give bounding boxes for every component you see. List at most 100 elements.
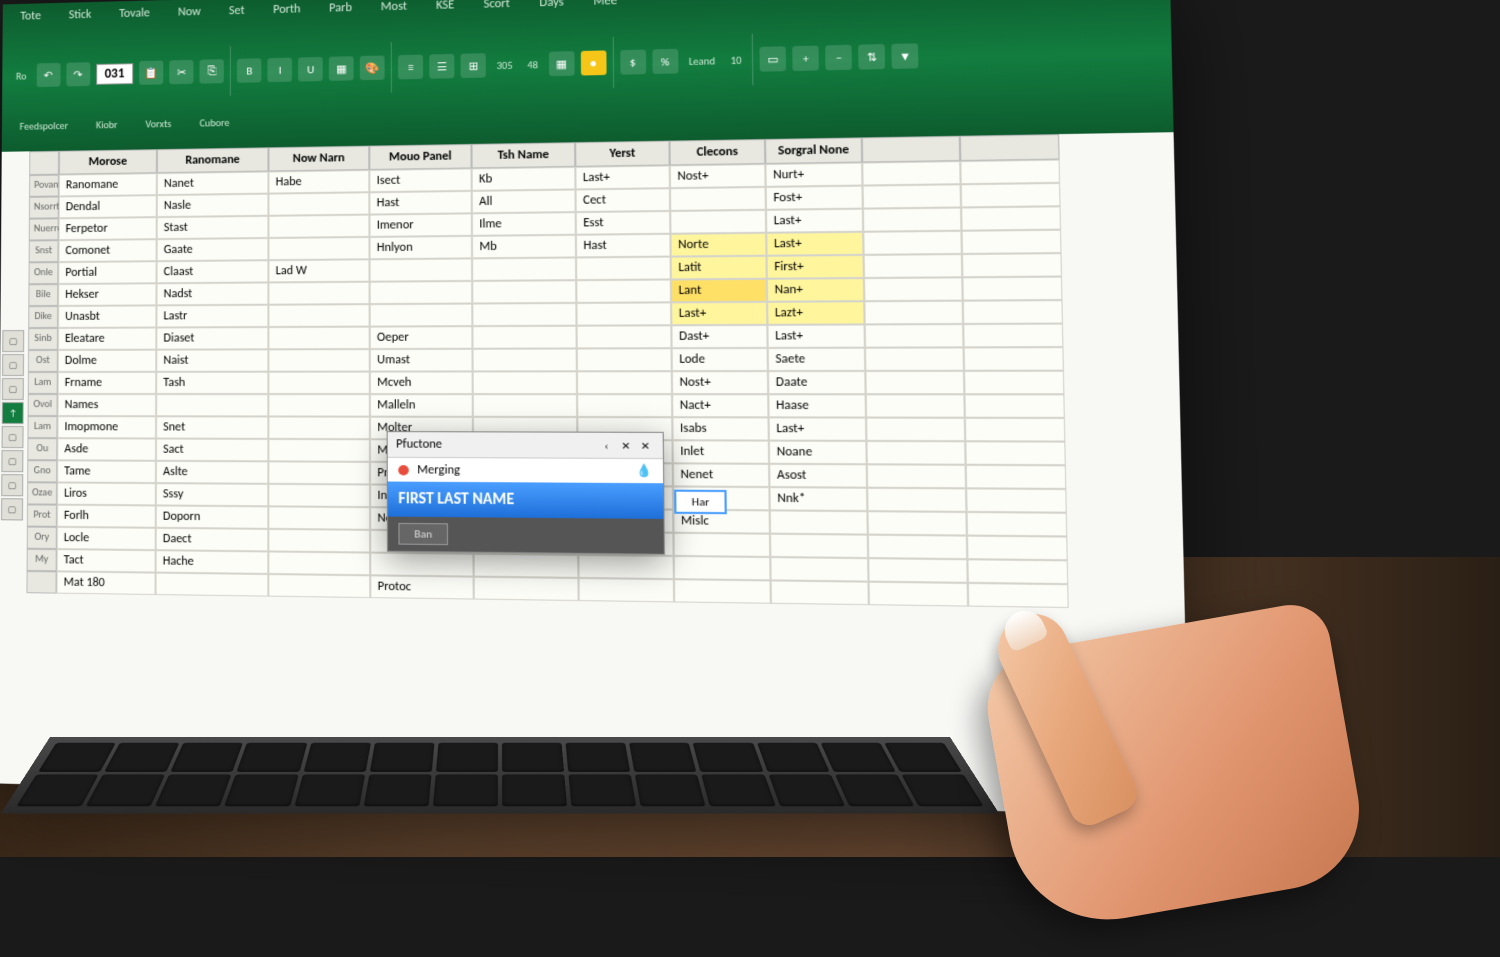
cell[interactable]: Umast <box>370 349 473 372</box>
cell[interactable]: Nan+ <box>767 278 864 302</box>
row-header[interactable] <box>26 571 56 594</box>
cell[interactable] <box>965 418 1066 442</box>
cell[interactable] <box>576 302 671 325</box>
underline-icon[interactable]: U <box>298 57 323 82</box>
cell[interactable] <box>674 579 771 604</box>
cell[interactable] <box>473 371 577 394</box>
cell[interactable] <box>863 231 962 255</box>
cell[interactable]: Lazt+ <box>767 301 865 325</box>
minimize-icon[interactable]: ‹ <box>598 437 615 454</box>
cell[interactable]: Nost+ <box>670 164 766 188</box>
insert-icon[interactable]: + <box>793 46 820 71</box>
percent-icon[interactable]: % <box>652 49 678 74</box>
cell[interactable]: Last+ <box>766 209 863 233</box>
cell[interactable]: Names <box>58 394 157 416</box>
cell[interactable] <box>965 441 1066 465</box>
cell[interactable] <box>268 215 369 238</box>
cell[interactable] <box>268 551 370 575</box>
close-icon[interactable]: ✕ <box>617 437 634 454</box>
cell[interactable]: Nact+ <box>672 394 768 417</box>
cell[interactable] <box>268 574 370 598</box>
row-header[interactable]: Ou <box>27 438 57 460</box>
cell[interactable] <box>866 418 965 442</box>
cell[interactable]: Last+ <box>769 417 867 441</box>
cell[interactable]: Noane <box>769 441 867 465</box>
cell[interactable]: Tact <box>57 549 156 573</box>
sort-icon[interactable]: ⇅ <box>858 44 885 70</box>
har-button[interactable]: Har <box>674 490 727 515</box>
cell[interactable] <box>962 253 1062 277</box>
cell[interactable]: Mcveh <box>370 371 473 394</box>
row-header[interactable]: Snst <box>29 240 59 262</box>
cell[interactable]: Liros <box>57 482 156 505</box>
cell[interactable]: Doporn <box>156 505 269 528</box>
dialog-selected-option[interactable]: FIRST LAST NAME <box>388 482 664 519</box>
row-header[interactable]: Ovol <box>28 394 58 416</box>
cell[interactable]: Imenor <box>369 213 472 237</box>
dropdown-icon[interactable]: 💧 <box>636 463 652 479</box>
cell[interactable]: Ilme <box>472 212 576 236</box>
cell[interactable] <box>964 347 1064 371</box>
corner-cell[interactable] <box>29 151 59 175</box>
close-icon[interactable]: ✕ <box>637 437 654 454</box>
ribbon-tab[interactable]: Set <box>221 2 253 23</box>
cell[interactable] <box>370 553 473 577</box>
cell[interactable] <box>268 327 369 350</box>
cell[interactable] <box>865 371 964 394</box>
side-icon[interactable]: ▢ <box>1 450 23 472</box>
cell[interactable] <box>370 281 473 304</box>
cell[interactable] <box>966 465 1067 489</box>
cell[interactable]: Tame <box>57 460 156 483</box>
cell[interactable]: Sssy <box>156 483 269 506</box>
ribbon-tab[interactable]: Parb <box>321 0 360 20</box>
cell[interactable] <box>967 536 1068 561</box>
cell[interactable]: Nost+ <box>672 371 768 394</box>
cell[interactable] <box>472 257 576 280</box>
cell[interactable] <box>576 279 671 302</box>
cell[interactable]: Unasbt <box>58 305 156 328</box>
cell[interactable]: Dolme <box>58 350 157 372</box>
arrow-up-icon[interactable]: ↑ <box>2 402 24 424</box>
cell[interactable] <box>964 371 1064 395</box>
row-header[interactable]: Dike <box>28 306 58 328</box>
cell[interactable] <box>577 394 672 417</box>
row-header[interactable]: Gno <box>27 460 57 482</box>
cell[interactable]: Lastr <box>156 305 268 328</box>
cell[interactable] <box>474 554 579 578</box>
row-header[interactable]: Bile <box>28 284 58 306</box>
cell[interactable]: Snet <box>156 416 268 439</box>
cell[interactable]: Daate <box>768 371 866 394</box>
cell[interactable]: All <box>472 189 576 213</box>
cell[interactable] <box>670 187 766 211</box>
cell[interactable] <box>577 348 672 371</box>
currency-icon[interactable]: $ <box>620 50 646 75</box>
spreadsheet-grid[interactable]: ▢ ▢ ▢ ↑ ▢ ▢ ▢ ▢ Morose Ranomane Now Narn… <box>0 132 1190 816</box>
cell[interactable]: Nanet <box>157 171 269 195</box>
cell[interactable]: Norte <box>670 233 766 257</box>
cell[interactable]: Aslte <box>156 461 268 484</box>
cell[interactable] <box>869 582 969 607</box>
ribbon-tab[interactable]: Tovale <box>111 4 158 25</box>
cell[interactable] <box>968 583 1069 608</box>
cell[interactable] <box>864 277 963 301</box>
cell[interactable]: Asde <box>57 438 156 461</box>
side-icon[interactable]: ▢ <box>2 354 24 376</box>
cell[interactable]: Inlet <box>673 440 770 464</box>
cell[interactable] <box>268 439 370 462</box>
column-header[interactable]: Tsh Name <box>471 142 575 168</box>
cut-icon[interactable]: ✂ <box>170 60 194 84</box>
cell[interactable] <box>963 300 1063 324</box>
cell[interactable]: Nasle <box>157 194 269 218</box>
highlight-icon[interactable]: ● <box>580 50 606 75</box>
ribbon-tab[interactable]: Now <box>170 3 209 24</box>
cell[interactable] <box>862 161 961 186</box>
cell[interactable] <box>673 533 770 557</box>
cell[interactable] <box>865 347 964 371</box>
cell[interactable] <box>156 573 269 597</box>
cell[interactable]: Nurt+ <box>765 163 862 187</box>
cell[interactable] <box>966 488 1067 512</box>
column-header[interactable]: Clecons <box>669 139 765 165</box>
cell[interactable]: Tash <box>156 372 268 394</box>
cell[interactable]: Locle <box>57 527 156 550</box>
cell[interactable]: Asost <box>769 464 867 488</box>
